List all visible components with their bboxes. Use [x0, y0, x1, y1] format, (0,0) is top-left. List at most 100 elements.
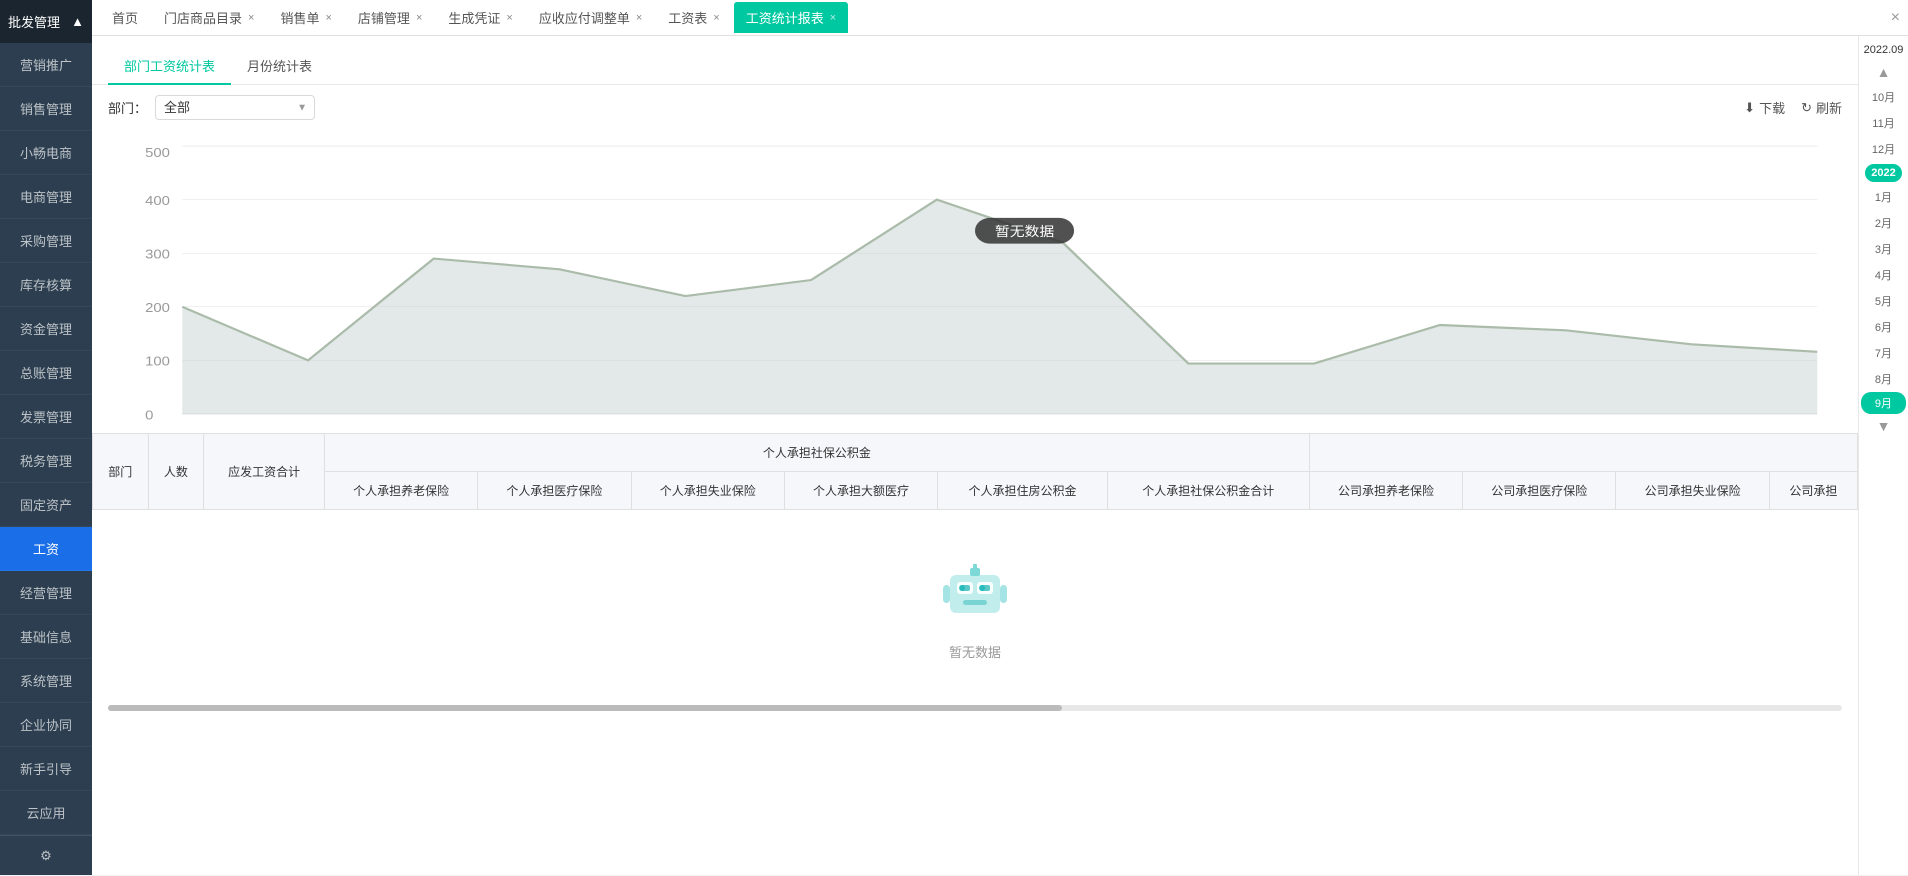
month-item-7月[interactable]: 7月 [1861, 340, 1905, 366]
tab-close-应收应付调整单[interactable]: × [636, 12, 642, 24]
content-area: 部门工资统计表 月份统计表 部门： 全部 ⬇ 下载 [92, 36, 1908, 875]
sidebar-settings[interactable]: ⚙ [0, 835, 92, 876]
chart-svg: 0 100 200 300 400 500 [108, 130, 1842, 430]
tab-close-门店商品目录[interactable]: × [248, 12, 254, 24]
sidebar-item-工资[interactable]: 工资 [0, 527, 92, 571]
top-tab-店铺管理[interactable]: 店铺管理× [346, 2, 434, 33]
month-item-2022[interactable]: 2022 [1865, 164, 1901, 182]
sidebar: 批发管理 ▲ 营销推广销售管理小畅电商电商管理采购管理库存核算资金管理总账管理发… [0, 0, 92, 875]
sidebar-item-税务管理[interactable]: 税务管理 [0, 439, 92, 483]
col-dept: 部门 [93, 434, 149, 510]
month-item-10月[interactable]: 10月 [1861, 84, 1905, 110]
top-tab-应收应付调整单[interactable]: 应收应付调整单× [527, 2, 654, 33]
top-tab-首页[interactable]: 首页 [100, 2, 150, 33]
tab-close-工资表[interactable]: × [713, 12, 719, 24]
toolbar: 部门： 全部 ⬇ 下载 ↻ 刷新 [92, 85, 1858, 130]
svg-text:200: 200 [145, 300, 170, 315]
nav-up-button[interactable]: ▲ [1873, 60, 1895, 84]
svg-text:0: 0 [145, 407, 154, 422]
col-count: 人数 [148, 434, 204, 510]
month-item-12月[interactable]: 12月 [1861, 136, 1905, 162]
table-area[interactable]: 部门 人数 应发工资合计 个人承担社保公积金 个人承担养老保险 个人承担医疗保险… [92, 433, 1858, 875]
sidebar-item-云应用[interactable]: 云应用 [0, 791, 92, 835]
sidebar-item-营销推广[interactable]: 营销推广 [0, 43, 92, 87]
no-data-label: 暂无数据 [949, 642, 1001, 661]
top-tab-门店商品目录[interactable]: 门店商品目录× [152, 2, 266, 33]
svg-text:300: 300 [145, 247, 170, 262]
dept-select[interactable]: 全部 [155, 95, 315, 120]
chart-area: 0 100 200 300 400 500 [92, 130, 1858, 433]
table-header-row-1: 部门 人数 应发工资合计 个人承担社保公积金 [93, 434, 1858, 472]
nav-down-button[interactable]: ▼ [1873, 414, 1895, 438]
download-label: 下载 [1759, 98, 1785, 117]
col-personal-social: 个人承担社保公积金 [324, 434, 1309, 472]
refresh-button[interactable]: ↻ 刷新 [1801, 98, 1842, 117]
sidebar-header[interactable]: 批发管理 ▲ [0, 0, 92, 43]
sidebar-item-新手引导[interactable]: 新手引导 [0, 747, 92, 791]
table-header-row-2: 个人承担养老保险 个人承担医疗保险 个人承担失业保险 个人承担大额医疗 个人承担… [93, 472, 1858, 510]
sidebar-item-固定资产[interactable]: 固定资产 [0, 483, 92, 527]
sidebar-item-小畅电商[interactable]: 小畅电商 [0, 131, 92, 175]
chart-tooltip-text: 暂无数据 [995, 224, 1054, 239]
sidebar-item-系统管理[interactable]: 系统管理 [0, 659, 92, 703]
no-data-container: 暂无数据 [93, 510, 1858, 701]
col-personal-housing: 个人承担住房公积金 [938, 472, 1108, 510]
sidebar-title: 批发管理 [8, 12, 60, 31]
download-icon: ⬇ [1744, 100, 1755, 116]
top-tab-生成凭证[interactable]: 生成凭证× [436, 2, 524, 33]
sidebar-item-资金管理[interactable]: 资金管理 [0, 307, 92, 351]
year-display: 2022.09 [1862, 40, 1906, 60]
sidebar-item-销售管理[interactable]: 销售管理 [0, 87, 92, 131]
horizontal-scrollbar[interactable] [92, 701, 1858, 715]
sidebar-item-电商管理[interactable]: 电商管理 [0, 175, 92, 219]
sidebar-item-基础信息[interactable]: 基础信息 [0, 615, 92, 659]
month-item-2月[interactable]: 2月 [1861, 210, 1905, 236]
sidebar-item-经营管理[interactable]: 经营管理 [0, 571, 92, 615]
svg-text:100: 100 [145, 354, 170, 369]
month-item-3月[interactable]: 3月 [1861, 236, 1905, 262]
no-data-icon [935, 550, 1015, 630]
dept-select-wrapper: 全部 [155, 95, 315, 120]
month-item-9月[interactable]: 9月 [1861, 392, 1905, 414]
sidebar-item-采购管理[interactable]: 采购管理 [0, 219, 92, 263]
sidebar-item-库存核算[interactable]: 库存核算 [0, 263, 92, 307]
month-item-5月[interactable]: 5月 [1861, 288, 1905, 314]
sub-tab-month[interactable]: 月份统计表 [231, 48, 328, 85]
main-area: 首页门店商品目录×销售单×店铺管理×生成凭证×应收应付调整单×工资表×工资统计报… [92, 0, 1908, 875]
download-button[interactable]: ⬇ 下载 [1744, 98, 1785, 117]
table-body: 暂无数据 [93, 510, 1858, 702]
tab-close-店铺管理[interactable]: × [416, 12, 422, 24]
settings-icon: ⚙ [40, 848, 52, 863]
close-all-tabs-button[interactable]: × [1891, 9, 1900, 27]
scrollbar-track [108, 705, 1842, 711]
sidebar-items: 营销推广销售管理小畅电商电商管理采购管理库存核算资金管理总账管理发票管理税务管理… [0, 43, 92, 835]
month-item-11月[interactable]: 11月 [1861, 110, 1905, 136]
tab-close-销售单[interactable]: × [325, 12, 331, 24]
svg-text:400: 400 [145, 193, 170, 208]
svg-text:500: 500 [145, 145, 170, 160]
col-salary: 应发工资合计 [204, 434, 325, 510]
col-personal-unemploy: 个人承担失业保险 [631, 472, 784, 510]
top-tab-工资表[interactable]: 工资表× [656, 2, 731, 33]
dept-label: 部门： [108, 98, 147, 117]
col-company-medical: 公司承担医疗保险 [1463, 472, 1616, 510]
top-tabs-container: 首页门店商品目录×销售单×店铺管理×生成凭证×应收应付调整单×工资表×工资统计报… [100, 2, 1891, 33]
scrollbar-thumb[interactable] [108, 705, 1062, 711]
month-item-4月[interactable]: 4月 [1861, 262, 1905, 288]
tab-close-工资统计报表[interactable]: × [830, 12, 836, 24]
sidebar-item-总账管理[interactable]: 总账管理 [0, 351, 92, 395]
sub-tab-dept[interactable]: 部门工资统计表 [108, 48, 231, 85]
sub-tabs: 部门工资统计表 月份统计表 [92, 36, 1858, 85]
col-company-unemploy: 公司承担失业保险 [1616, 472, 1769, 510]
col-personal-medical: 个人承担医疗保险 [478, 472, 631, 510]
top-tab-销售单[interactable]: 销售单× [268, 2, 343, 33]
month-item-1月[interactable]: 1月 [1861, 184, 1905, 210]
month-item-8月[interactable]: 8月 [1861, 366, 1905, 392]
tab-close-生成凭证[interactable]: × [506, 12, 512, 24]
sidebar-item-企业协同[interactable]: 企业协同 [0, 703, 92, 747]
top-tab-工资统计报表[interactable]: 工资统计报表× [734, 2, 848, 33]
sidebar-toggle-icon: ▲ [71, 14, 84, 29]
no-data-row: 暂无数据 [93, 510, 1858, 702]
sidebar-item-发票管理[interactable]: 发票管理 [0, 395, 92, 439]
month-item-6月[interactable]: 6月 [1861, 314, 1905, 340]
